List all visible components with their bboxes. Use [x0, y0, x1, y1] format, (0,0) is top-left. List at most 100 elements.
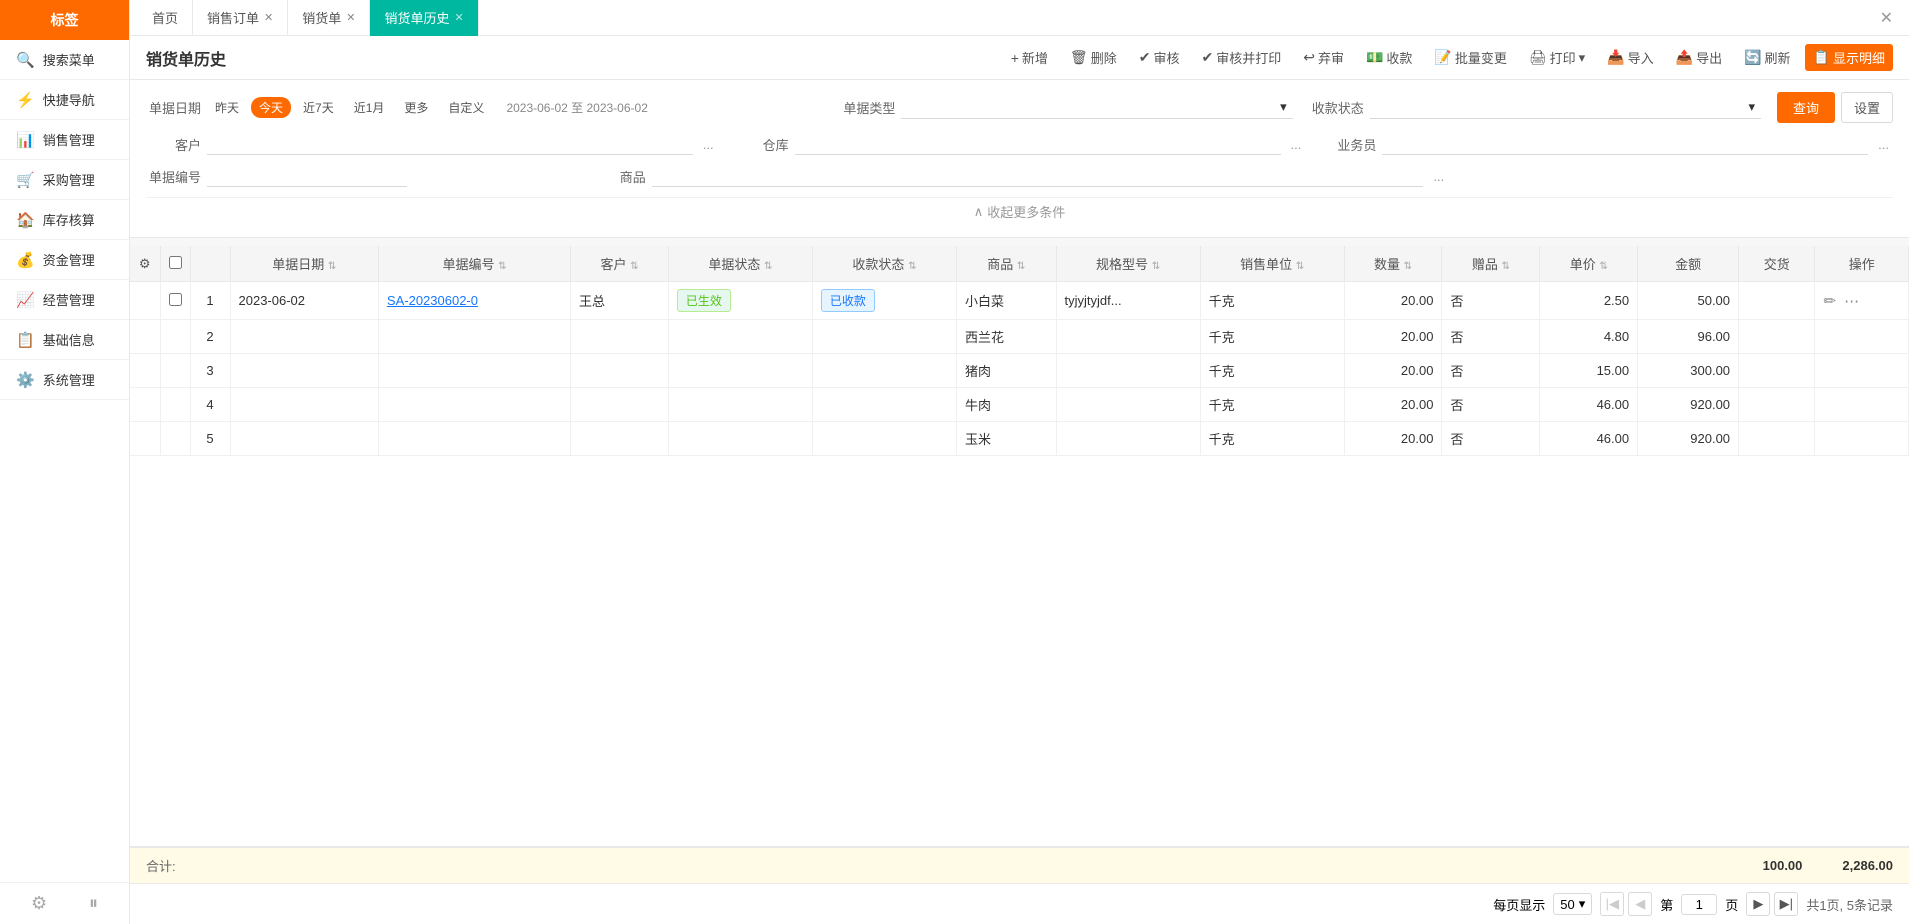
th-qty[interactable]: 数量 ⇅ [1344, 246, 1442, 282]
td-qty-0: 20.00 [1344, 282, 1442, 320]
page-number-input[interactable] [1681, 894, 1717, 915]
date-tag-yesterday[interactable]: 昨天 [207, 97, 247, 118]
warehouse-input[interactable] [795, 133, 1281, 155]
delete-button[interactable]: 🗑 删除 [1062, 44, 1125, 71]
th-doc-status[interactable]: 单据状态 ⇅ [668, 246, 812, 282]
tab-sales-goods[interactable]: 销货单 ✕ [288, 0, 370, 36]
batch-change-icon: 📝 [1434, 49, 1451, 66]
doc-no-link[interactable]: SA-20230602-0 [387, 293, 478, 308]
audit-print-button[interactable]: ✔ 审核并打印 [1193, 44, 1289, 71]
tab-sales-order-close-icon[interactable]: ✕ [264, 11, 273, 24]
page-size-select[interactable]: 50 ▾ [1553, 893, 1592, 915]
show-detail-button[interactable]: 📋 显示明细 [1805, 44, 1893, 71]
add-button[interactable]: + 新增 [1003, 44, 1056, 71]
print-icon: 🖨 [1529, 49, 1547, 66]
sidebar-settings-icon[interactable]: ⚙ [31, 893, 47, 914]
goods-input[interactable] [652, 165, 1424, 187]
td-checkbox-1 [160, 320, 190, 354]
td-qty-3: 20.00 [1344, 388, 1442, 422]
salesperson-dots-button[interactable]: ... [1874, 137, 1893, 152]
th-goods[interactable]: 商品 ⇅ [956, 246, 1056, 282]
more-action-icon[interactable]: ⋯ [1844, 292, 1859, 310]
goods-dots-button[interactable]: ... [1429, 169, 1448, 184]
filter-date: 单据日期 昨天 今天 近7天 近1月 更多 自定义 2023-06-02 至 2… [146, 97, 824, 118]
filter-customer: 客户 ... [146, 133, 718, 155]
th-num [190, 246, 230, 282]
th-date[interactable]: 单据日期 ⇅ [230, 246, 378, 282]
th-gift[interactable]: 赠品 ⇅ [1442, 246, 1540, 282]
page-title: 销货单历史 [146, 46, 226, 70]
edit-action-icon[interactable]: ✏ [1823, 292, 1836, 310]
tab-sales-goods-close-icon[interactable]: ✕ [346, 11, 355, 24]
page-last-button[interactable]: ▶| [1774, 892, 1798, 916]
th-unit[interactable]: 销售单位 ⇅ [1200, 246, 1344, 282]
payment-status-select[interactable]: ▾ [1370, 96, 1761, 119]
date-tag-today[interactable]: 今天 [251, 97, 291, 118]
date-tag-7days[interactable]: 近7天 [295, 97, 342, 118]
export-label: 导出 [1696, 48, 1722, 67]
td-transaction-3 [1739, 388, 1815, 422]
sidebar-item-quick-nav[interactable]: ⚡ 快捷导航 [0, 80, 129, 120]
salesperson-input[interactable] [1382, 133, 1868, 155]
doc-type-label: 单据类型 [840, 98, 895, 117]
td-unit-3: 千克 [1200, 388, 1344, 422]
select-all-checkbox[interactable] [169, 256, 182, 269]
th-spec[interactable]: 规格型号 ⇅ [1056, 246, 1200, 282]
sidebar-item-search-menu[interactable]: 🔍 搜索菜单 [0, 40, 129, 80]
tab-sales-history-close-icon[interactable]: ✕ [455, 11, 464, 24]
abandon-button[interactable]: ↩ 弃审 [1295, 44, 1352, 71]
sidebar-item-basic-info[interactable]: 📋 基础信息 [0, 320, 129, 360]
warehouse-dots-button[interactable]: ... [1287, 137, 1306, 152]
sidebar-item-system-mgmt[interactable]: ⚙️ 系统管理 [0, 360, 129, 400]
sort-goods-icon: ⇅ [1017, 261, 1025, 272]
page-prev-button[interactable]: ◀ [1628, 892, 1652, 916]
page-next-button[interactable]: ▶ [1746, 892, 1770, 916]
system-mgmt-icon: ⚙️ [16, 371, 35, 389]
collapse-button[interactable]: ∧ 收起更多条件 [146, 197, 1893, 225]
date-tag-custom[interactable]: 自定义 [440, 97, 492, 118]
tab-bar: 首页 销售订单 ✕ 销货单 ✕ 销货单历史 ✕ ✕ [130, 0, 1909, 36]
th-payment-status[interactable]: 收款状态 ⇅ [812, 246, 956, 282]
batch-change-button[interactable]: 📝 批量变更 [1426, 44, 1514, 71]
tab-sales-order[interactable]: 销售订单 ✕ [193, 0, 288, 36]
sidebar-item-operation-mgmt[interactable]: 📈 经营管理 [0, 280, 129, 320]
sidebar-item-sales-mgmt[interactable]: 📊 销售管理 [0, 120, 129, 160]
import-button[interactable]: 📥 导入 [1599, 44, 1661, 71]
sidebar-item-purchase-mgmt[interactable]: 🛒 采购管理 [0, 160, 129, 200]
collect-button[interactable]: 💵 收款 [1358, 44, 1420, 71]
td-doc-no-0[interactable]: SA-20230602-0 [378, 282, 570, 320]
row-checkbox[interactable] [169, 293, 182, 306]
doc-number-input[interactable] [207, 165, 407, 187]
sidebar-item-label: 资金管理 [43, 250, 95, 269]
tab-home[interactable]: 首页 [138, 0, 193, 36]
export-button[interactable]: 📤 导出 [1668, 44, 1730, 71]
content-area: 销货单历史 + 新增 🗑 删除 ✔ 审核 ✔ 审核并打印 [130, 36, 1909, 924]
sidebar-pause-icon[interactable]: ⏸ [89, 893, 98, 914]
th-customer[interactable]: 客户 ⇅ [571, 246, 669, 282]
sidebar-item-finance-mgmt[interactable]: 💰 资金管理 [0, 240, 129, 280]
date-tag-more[interactable]: 更多 [396, 97, 436, 118]
th-price[interactable]: 单价 ⇅ [1540, 246, 1638, 282]
settings-button[interactable]: 设置 [1841, 92, 1893, 123]
date-tag-1month[interactable]: 近1月 [346, 97, 393, 118]
customer-dots-button[interactable]: ... [699, 137, 718, 152]
sidebar-item-inventory[interactable]: 🏠 库存核算 [0, 200, 129, 240]
td-action-1 [1815, 320, 1909, 354]
th-doc-no[interactable]: 单据编号 ⇅ [378, 246, 570, 282]
refresh-button[interactable]: 🔄 刷新 [1736, 44, 1798, 71]
td-num-4: 5 [190, 422, 230, 456]
th-doc-status-label: 单据状态 [708, 257, 760, 272]
doc-type-select[interactable]: ▾ [901, 96, 1292, 119]
customer-input[interactable] [207, 133, 693, 155]
print-button[interactable]: 🖨 打印 ▾ [1521, 44, 1593, 71]
tab-sales-history[interactable]: 销货单历史 ✕ [370, 0, 478, 36]
tab-close-all-button[interactable]: ✕ [1872, 8, 1901, 28]
audit-button[interactable]: ✔ 审核 [1131, 44, 1188, 71]
column-settings-icon[interactable]: ⚙ [139, 256, 151, 271]
td-checkbox-2 [160, 354, 190, 388]
summary-total-amount: 2,286.00 [1842, 858, 1893, 873]
td-qty-4: 20.00 [1344, 422, 1442, 456]
query-button[interactable]: 查询 [1777, 92, 1835, 123]
td-doc-no-3 [378, 388, 570, 422]
page-first-button[interactable]: |◀ [1600, 892, 1624, 916]
